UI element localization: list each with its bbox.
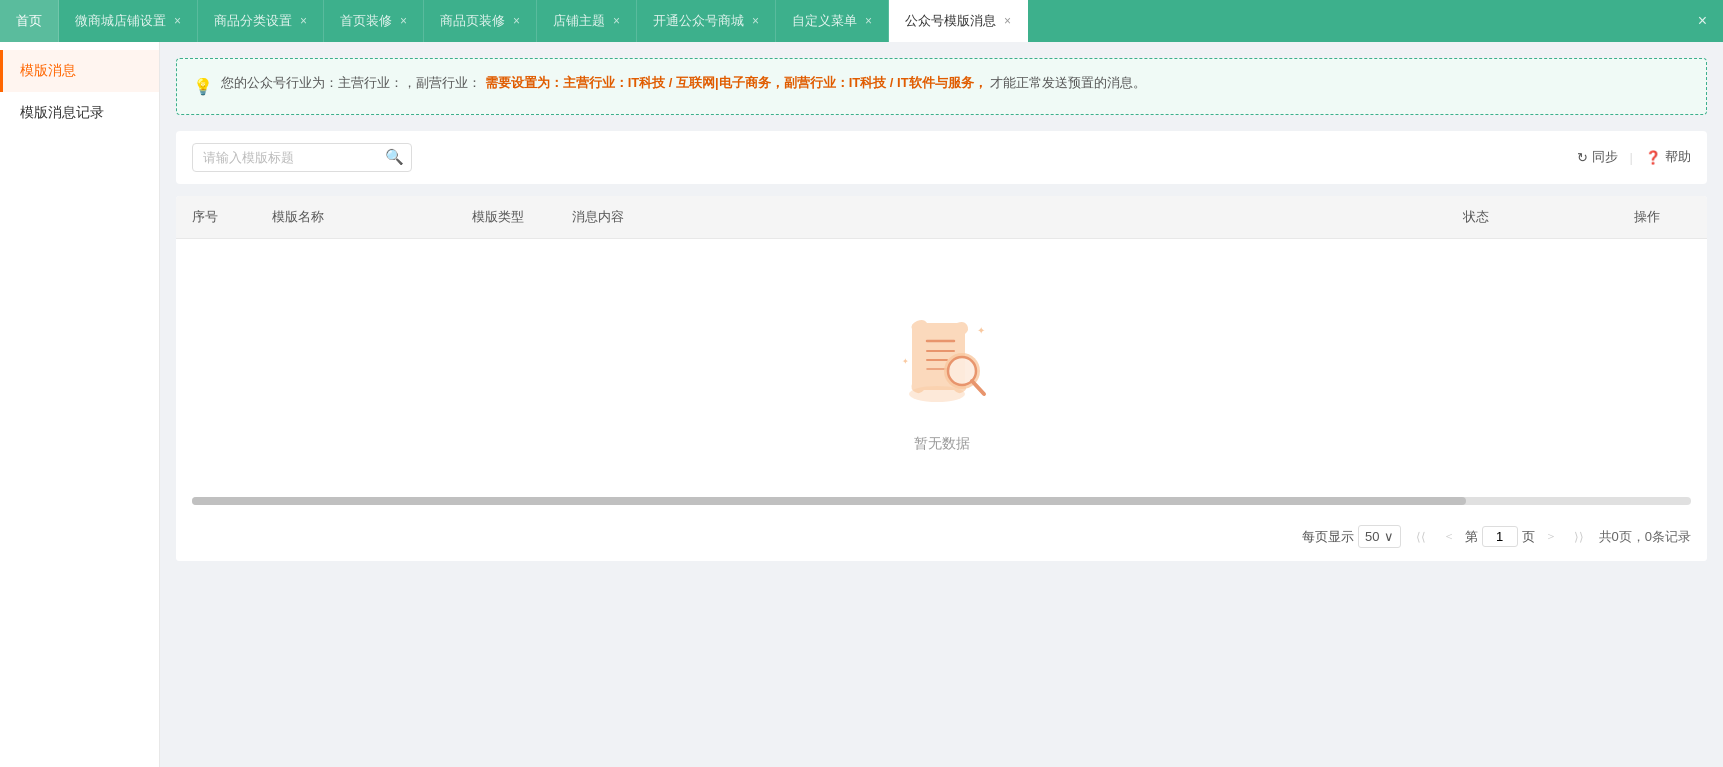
- sync-help-area: ↻ 同步 | ❓ 帮助: [1577, 148, 1691, 166]
- sync-button[interactable]: ↻ 同步: [1577, 148, 1618, 166]
- tab-category-label: 商品分类设置: [214, 12, 292, 30]
- sidebar-item-template-record-label: 模版消息记录: [20, 104, 104, 120]
- th-name: 模版名称: [256, 196, 456, 238]
- page-unit-label: 页: [1522, 528, 1535, 546]
- svg-text:✦: ✦: [977, 325, 985, 336]
- tab-mall-label: 开通公众号商城: [653, 12, 744, 30]
- tab-category[interactable]: 商品分类设置 ×: [198, 0, 324, 42]
- prev-page-button[interactable]: ＜: [1437, 525, 1461, 549]
- toolbar-divider: |: [1630, 150, 1633, 165]
- sidebar: 模版消息 模版消息记录: [0, 42, 160, 767]
- search-input-wrap: 🔍: [192, 143, 412, 172]
- first-page-button[interactable]: ⟨⟨: [1409, 525, 1433, 549]
- scrollbar-thumb[interactable]: [192, 497, 1466, 505]
- th-status: 状态: [1447, 196, 1587, 238]
- page-di-label: 第: [1465, 528, 1478, 546]
- tab-theme-close[interactable]: ×: [613, 15, 620, 27]
- sync-label: 同步: [1592, 148, 1618, 166]
- page-size-label: 每页显示: [1302, 528, 1354, 546]
- help-label: 帮助: [1665, 148, 1691, 166]
- svg-line-8: [972, 381, 984, 394]
- empty-text: 暂无数据: [914, 435, 970, 453]
- svg-text:✦: ✦: [902, 357, 909, 366]
- horizontal-scrollbar[interactable]: [192, 497, 1691, 505]
- sidebar-item-template-msg[interactable]: 模版消息: [0, 50, 159, 92]
- tab-mall-close[interactable]: ×: [752, 15, 759, 27]
- notice-box: 💡 您的公众号行业为：主营行业：，副营行业： 需要设置为：主营行业：IT科技 /…: [176, 58, 1707, 115]
- tab-theme-label: 店铺主题: [553, 12, 605, 30]
- tab-homepage-label: 首页装修: [340, 12, 392, 30]
- tab-menu-label: 自定义菜单: [792, 12, 857, 30]
- tab-template[interactable]: 公众号模版消息 ×: [889, 0, 1028, 42]
- table-header: 序号 模版名称 模版类型 消息内容 状态 操作: [176, 196, 1707, 239]
- sync-icon: ↻: [1577, 150, 1588, 165]
- page-size-value: 50: [1365, 529, 1379, 544]
- notice-prefix: 您的公众号行业为：主营行业：，副营行业：: [221, 75, 481, 90]
- next-page-button[interactable]: ＞: [1539, 525, 1563, 549]
- tab-menu[interactable]: 自定义菜单 ×: [776, 0, 889, 42]
- search-bar: 🔍 ↻ 同步 | ❓ 帮助: [176, 131, 1707, 184]
- th-content: 消息内容: [556, 196, 1447, 238]
- tab-product[interactable]: 商品页装修 ×: [424, 0, 537, 42]
- current-page-input[interactable]: [1482, 526, 1518, 547]
- notice-highlight: 需要设置为：主营行业：IT科技 / 互联网|电子商务，副营行业：IT科技 / I…: [485, 75, 987, 90]
- tab-home-label: 首页: [16, 12, 42, 30]
- page-size-select: 每页显示 50 ∨: [1302, 525, 1400, 548]
- tab-weshop-close[interactable]: ×: [174, 15, 181, 27]
- tab-weshop-label: 微商城店铺设置: [75, 12, 166, 30]
- search-input[interactable]: [192, 143, 412, 172]
- th-action: 操作: [1587, 196, 1707, 238]
- sidebar-item-template-msg-label: 模版消息: [20, 62, 76, 78]
- notice-text: 您的公众号行业为：主营行业：，副营行业： 需要设置为：主营行业：IT科技 / 互…: [221, 73, 1146, 94]
- tab-bar: 首页 微商城店铺设置 × 商品分类设置 × 首页装修 × 商品页装修 × 店铺主…: [0, 0, 1723, 42]
- notice-suffix: 才能正常发送预置的消息。: [990, 75, 1146, 90]
- sidebar-item-template-record[interactable]: 模版消息记录: [0, 92, 159, 134]
- page-nav: ⟨⟨ ＜ 第 页 ＞ ⟩⟩: [1409, 525, 1591, 549]
- help-icon: ❓: [1645, 150, 1661, 165]
- main-layout: 模版消息 模版消息记录 💡 您的公众号行业为：主营行业：，副营行业： 需要设置为…: [0, 42, 1723, 767]
- table-wrap: 序号 模版名称 模版类型 消息内容 状态 操作: [176, 196, 1707, 561]
- tab-home[interactable]: 首页: [0, 0, 59, 42]
- th-seq: 序号: [176, 196, 256, 238]
- notice-icon: 💡: [193, 74, 213, 100]
- content-area: 💡 您的公众号行业为：主营行业：，副营行业： 需要设置为：主营行业：IT科技 /…: [160, 42, 1723, 767]
- global-close-button[interactable]: ×: [1682, 12, 1723, 30]
- tab-template-close[interactable]: ×: [1004, 15, 1011, 27]
- tab-template-label: 公众号模版消息: [905, 12, 996, 30]
- tab-theme[interactable]: 店铺主题 ×: [537, 0, 637, 42]
- bottom-section: 每页显示 50 ∨ ⟨⟨ ＜ 第 页 ＞ ⟩⟩: [176, 493, 1707, 561]
- page-size-dropdown[interactable]: 50 ∨: [1358, 525, 1400, 548]
- tab-category-close[interactable]: ×: [300, 15, 307, 27]
- tab-product-close[interactable]: ×: [513, 15, 520, 27]
- last-page-button[interactable]: ⟩⟩: [1567, 525, 1591, 549]
- tab-weshop[interactable]: 微商城店铺设置 ×: [59, 0, 198, 42]
- tab-menu-close[interactable]: ×: [865, 15, 872, 27]
- help-button[interactable]: ❓ 帮助: [1645, 148, 1691, 166]
- empty-state: ✦ ✦ 暂无数据: [176, 239, 1707, 493]
- tab-homepage-close[interactable]: ×: [400, 15, 407, 27]
- th-type: 模版类型: [456, 196, 556, 238]
- tab-product-label: 商品页装修: [440, 12, 505, 30]
- total-info: 共0页，0条记录: [1599, 528, 1691, 546]
- tab-homepage[interactable]: 首页装修 ×: [324, 0, 424, 42]
- pagination: 每页显示 50 ∨ ⟨⟨ ＜ 第 页 ＞ ⟩⟩: [176, 513, 1707, 561]
- empty-illustration: ✦ ✦: [882, 299, 1002, 419]
- search-button[interactable]: 🔍: [385, 148, 404, 166]
- tab-mall[interactable]: 开通公众号商城 ×: [637, 0, 776, 42]
- chevron-down-icon: ∨: [1384, 529, 1394, 544]
